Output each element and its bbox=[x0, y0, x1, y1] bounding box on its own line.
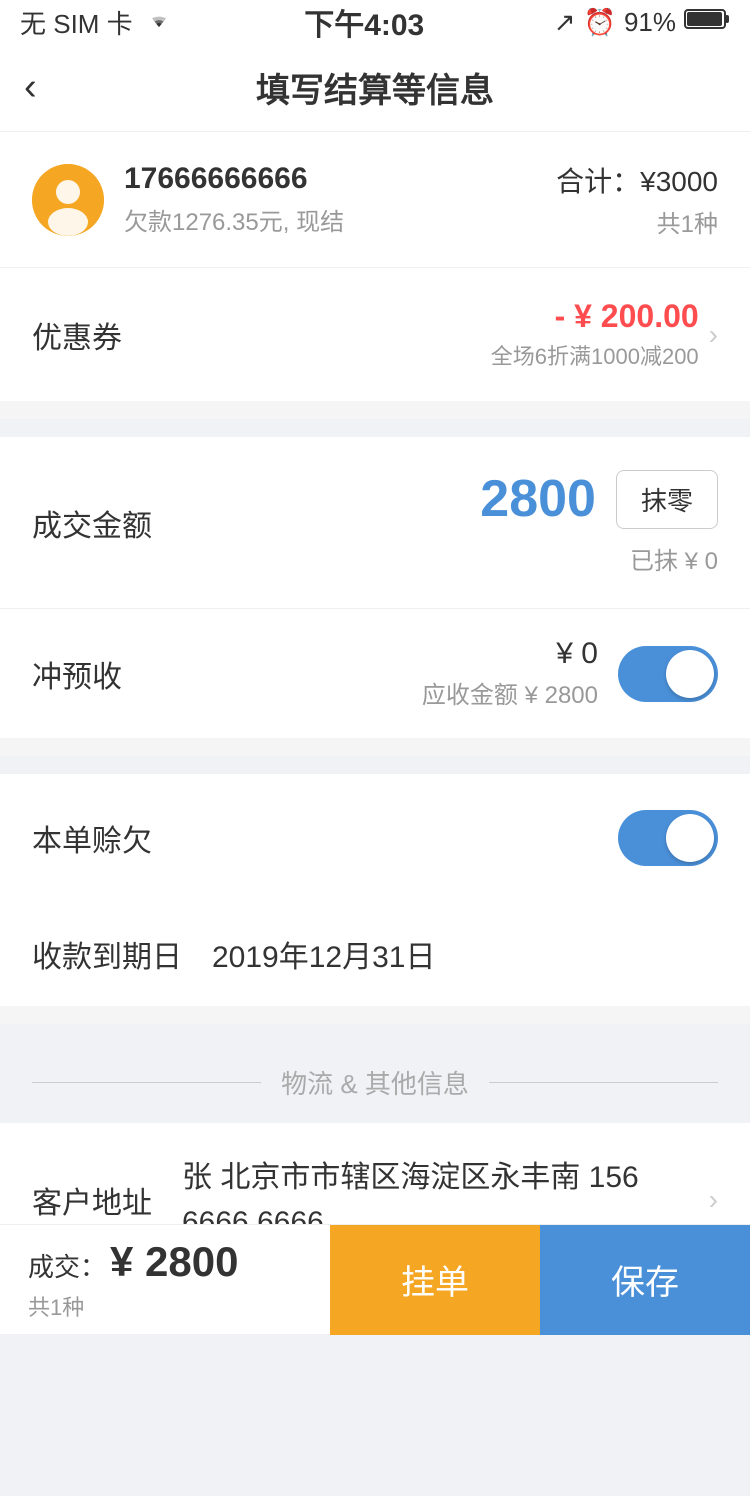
user-phone: 17666666666 bbox=[124, 162, 344, 196]
address-chevron-icon: › bbox=[709, 1184, 718, 1216]
status-right: ↗ ⏰ 91% bbox=[554, 7, 730, 38]
address-chevron: › bbox=[709, 1184, 718, 1216]
section-header: 物流 & 其他信息 bbox=[0, 1042, 750, 1123]
coupon-desc: 全场6折满1000减200 bbox=[491, 339, 699, 371]
user-total: 合计：¥3000 bbox=[556, 160, 718, 200]
bottom-count: 共1种 bbox=[28, 1290, 302, 1322]
toggle-knob bbox=[666, 650, 714, 698]
coupon-right: - ¥ 200.00 全场6折满1000减200 › bbox=[491, 298, 718, 371]
divider-1 bbox=[0, 419, 750, 437]
deal-sub-text: 已抹 ¥ 0 bbox=[630, 541, 718, 576]
bottom-amount: ¥ 2800 bbox=[110, 1238, 238, 1286]
baoqian-label: 本单赊欠 bbox=[32, 816, 152, 860]
duedate-value: 2019年12月31日 bbox=[212, 932, 435, 976]
status-time: 下午4:03 bbox=[304, 0, 424, 44]
baoqian-row: 本单赊欠 bbox=[0, 774, 750, 902]
bottom-summary: 成交： ¥ 2800 共1种 bbox=[0, 1238, 330, 1322]
user-left: 17666666666 欠款1276.35元, 现结 bbox=[32, 162, 344, 237]
chong-toggle[interactable] bbox=[618, 646, 718, 702]
section-header-text: 物流 & 其他信息 bbox=[281, 1064, 469, 1101]
chong-label: 冲预收 bbox=[32, 652, 122, 696]
user-info: 17666666666 欠款1276.35元, 现结 bbox=[124, 162, 344, 237]
avatar bbox=[32, 164, 104, 236]
deal-amount-label: 成交金额 bbox=[32, 501, 152, 545]
baoqian-toggle-knob bbox=[666, 814, 714, 862]
wifi-icon bbox=[143, 7, 175, 38]
alarm-icon: ⏰ bbox=[584, 7, 616, 38]
deal-amount-section: 成交金额 2800 抹零 已抹 ¥ 0 冲预收 ¥ 0 应收金额 ¥ 2800 bbox=[0, 437, 750, 738]
location-icon: ↗ bbox=[554, 7, 576, 38]
duedate-row: 收款到期日 2019年12月31日 bbox=[0, 902, 750, 1006]
coupon-value: - ¥ 200.00 全场6折满1000减200 bbox=[491, 298, 699, 371]
battery-icon bbox=[684, 7, 730, 38]
chong-amount: ¥ 0 bbox=[422, 637, 598, 671]
deal-amount-value: 2800 bbox=[480, 469, 596, 529]
status-left: 无 SIM 卡 bbox=[20, 4, 175, 41]
header-line-right bbox=[489, 1082, 718, 1083]
back-button[interactable]: ‹ bbox=[24, 66, 37, 109]
erase-button[interactable]: 抹零 bbox=[616, 470, 718, 529]
duedate-label: 收款到期日 bbox=[32, 932, 182, 976]
nav-bar: ‹ 填写结算等信息 bbox=[0, 44, 750, 132]
user-info-section: 17666666666 欠款1276.35元, 现结 合计：¥3000 共1种 … bbox=[0, 132, 750, 401]
header-line-left bbox=[32, 1082, 261, 1083]
coupon-row[interactable]: 优惠券 - ¥ 200.00 全场6折满1000减200 › bbox=[0, 267, 750, 401]
battery-level: 91% bbox=[624, 7, 676, 38]
divider-3 bbox=[0, 1024, 750, 1042]
coupon-amount: - ¥ 200.00 bbox=[491, 298, 699, 335]
baoqian-toggle[interactable] bbox=[618, 810, 718, 866]
baoqian-section: 本单赊欠 收款到期日 2019年12月31日 bbox=[0, 774, 750, 1006]
bottom-bar: 成交： ¥ 2800 共1种 挂单 保存 bbox=[0, 1224, 750, 1334]
chong-value-block: ¥ 0 应收金额 ¥ 2800 bbox=[422, 637, 598, 710]
deal-amount-row: 成交金额 2800 抹零 已抹 ¥ 0 bbox=[0, 437, 750, 609]
status-bar: 无 SIM 卡 下午4:03 ↗ ⏰ 91% bbox=[0, 0, 750, 44]
page-title: 填写结算等信息 bbox=[256, 63, 494, 112]
hold-button[interactable]: 挂单 bbox=[330, 1225, 540, 1335]
chevron-right-icon: › bbox=[709, 319, 718, 351]
coupon-label: 优惠券 bbox=[32, 313, 122, 357]
address-label: 客户地址 bbox=[32, 1178, 152, 1222]
user-count: 共1种 bbox=[556, 204, 718, 239]
user-right: 合计：¥3000 共1种 bbox=[556, 160, 718, 239]
chong-sub: 应收金额 ¥ 2800 bbox=[422, 675, 598, 710]
divider-2 bbox=[0, 756, 750, 774]
user-debt: 欠款1276.35元, 现结 bbox=[124, 202, 344, 237]
chong-right: ¥ 0 应收金额 ¥ 2800 bbox=[422, 637, 718, 710]
user-row: 17666666666 欠款1276.35元, 现结 合计：¥3000 共1种 bbox=[0, 132, 750, 267]
chong-row: 冲预收 ¥ 0 应收金额 ¥ 2800 bbox=[0, 609, 750, 738]
sim-status: 无 SIM 卡 bbox=[20, 4, 133, 41]
bottom-deal-label: 成交： bbox=[28, 1247, 106, 1284]
save-button[interactable]: 保存 bbox=[540, 1225, 750, 1335]
